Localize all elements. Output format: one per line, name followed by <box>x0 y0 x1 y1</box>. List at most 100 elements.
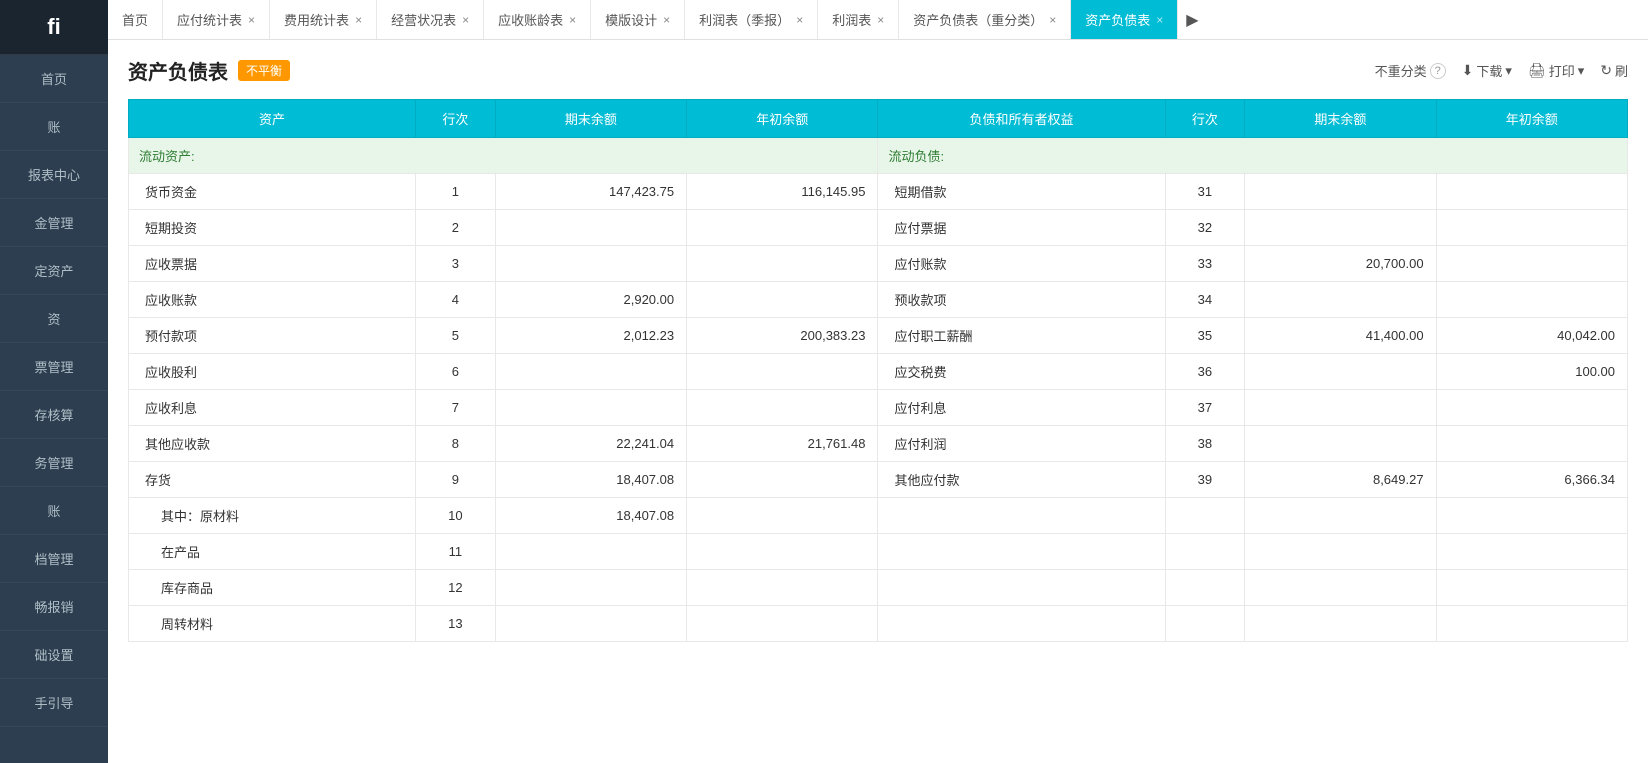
print-btn[interactable]: 🖨 打印 ▾ <box>1528 61 1584 80</box>
page-actions: 不重分类 ? ⬇ 下载 ▾ 🖨 打印 ▾ ↻ 刷 <box>1375 61 1628 80</box>
refresh-btn[interactable]: ↻ 刷 <box>1600 61 1628 80</box>
no-reclassify-label: 不重分类 <box>1375 61 1427 80</box>
print-icon: 🖨 <box>1528 62 1546 79</box>
sidebar-item-guide[interactable]: 手引导 <box>0 679 108 727</box>
right-item: 短期借款 <box>878 174 1165 210</box>
left-begin-balance <box>687 606 878 642</box>
tab-bar: 首页 应付统计表 × 费用统计表 × 经营状况表 × 应收账龄表 × 模版设计 … <box>108 0 1648 40</box>
right-item: 预收款项 <box>878 282 1165 318</box>
left-end-balance <box>495 606 686 642</box>
right-end-balance <box>1245 282 1436 318</box>
sidebar-item-capital[interactable]: 资 <box>0 295 108 343</box>
refresh-icon: ↻ <box>1600 62 1612 79</box>
tab-expense-stats-close[interactable]: × <box>355 13 362 27</box>
right-row-num: 38 <box>1165 426 1245 462</box>
table-row: 存货 9 18,407.08 其他应付款 39 8,649.27 6,366.3… <box>129 462 1628 498</box>
col-header-asset: 资产 <box>129 100 416 138</box>
no-reclassify-btn[interactable]: 不重分类 ? <box>1375 61 1446 80</box>
left-end-balance: 2,012.23 <box>495 318 686 354</box>
tab-payable-stats-close[interactable]: × <box>248 13 255 27</box>
tab-profit-close[interactable]: × <box>877 13 884 27</box>
left-begin-balance <box>687 246 878 282</box>
table-row: 其中：原材料 10 18,407.08 <box>129 498 1628 534</box>
page-title-bar: 资产负债表 不平衡 不重分类 ? ⬇ 下载 ▾ 🖨 打印 ▾ <box>128 56 1628 85</box>
tab-operation-close[interactable]: × <box>462 13 469 27</box>
sidebar-item-tax[interactable]: 务管理 <box>0 439 108 487</box>
table-row: 预付款项 5 2,012.23 200,383.23 应付职工薪酬 35 41,… <box>129 318 1628 354</box>
tab-operation[interactable]: 经营状况表 × <box>377 0 484 39</box>
sidebar-item-home[interactable]: 首页 <box>0 55 108 103</box>
sidebar-logo: fi <box>0 0 108 55</box>
sidebar-item-archive[interactable]: 档管理 <box>0 535 108 583</box>
print-label: 打印 <box>1549 61 1575 80</box>
right-end-balance <box>1245 390 1436 426</box>
right-begin-balance: 100.00 <box>1436 354 1627 390</box>
tab-profit-quarterly-close[interactable]: × <box>796 13 803 27</box>
table-row: 库存商品 12 <box>129 570 1628 606</box>
right-item <box>878 498 1165 534</box>
tab-profit-quarterly[interactable]: 利润表（季报） × <box>685 0 818 39</box>
right-end-balance <box>1245 570 1436 606</box>
left-begin-balance <box>687 534 878 570</box>
tab-nav-next[interactable]: ▶ <box>1178 0 1206 39</box>
tab-home[interactable]: 首页 <box>108 0 163 39</box>
left-item: 周转材料 <box>129 606 416 642</box>
left-end-balance: 18,407.08 <box>495 462 686 498</box>
tab-template-close[interactable]: × <box>663 13 670 27</box>
left-item: 货币资金 <box>129 174 416 210</box>
left-row-num: 5 <box>416 318 496 354</box>
right-row-num <box>1165 498 1245 534</box>
section-right-label: 流动负债: <box>878 138 1628 174</box>
col-header-end-balance-left: 期末余额 <box>495 100 686 138</box>
right-item: 应付利润 <box>878 426 1165 462</box>
tab-balance-reclassified-close[interactable]: × <box>1049 13 1056 27</box>
sidebar-item-inventory[interactable]: 存核算 <box>0 391 108 439</box>
tab-receivable-aging[interactable]: 应收账龄表 × <box>484 0 591 39</box>
download-btn[interactable]: ⬇ 下载 ▾ <box>1462 61 1512 80</box>
sidebar-item-invoice[interactable]: 票管理 <box>0 343 108 391</box>
left-row-num: 13 <box>416 606 496 642</box>
right-begin-balance <box>1436 282 1627 318</box>
right-begin-balance <box>1436 534 1627 570</box>
sidebar-item-account[interactable]: 账 <box>0 103 108 151</box>
tab-balance[interactable]: 资产负债表 × <box>1071 0 1178 39</box>
tab-operation-label: 经营状况表 <box>391 10 456 29</box>
help-icon[interactable]: ? <box>1430 63 1446 79</box>
tab-payable-stats[interactable]: 应付统计表 × <box>163 0 270 39</box>
left-begin-balance <box>687 210 878 246</box>
sidebar-item-ledger[interactable]: 账 <box>0 487 108 535</box>
right-item: 应付职工薪酬 <box>878 318 1165 354</box>
left-row-num: 12 <box>416 570 496 606</box>
tab-receivable-aging-close[interactable]: × <box>569 13 576 27</box>
left-end-balance: 2,920.00 <box>495 282 686 318</box>
right-end-balance <box>1245 174 1436 210</box>
tab-balance-reclassified[interactable]: 资产负债表（重分类） × <box>899 0 1071 39</box>
left-end-balance: 22,241.04 <box>495 426 686 462</box>
sidebar-item-fixed-assets[interactable]: 定资产 <box>0 247 108 295</box>
right-begin-balance <box>1436 570 1627 606</box>
left-row-num: 1 <box>416 174 496 210</box>
content-area: 资产负债表 不平衡 不重分类 ? ⬇ 下载 ▾ 🖨 打印 ▾ <box>108 40 1648 763</box>
tab-template[interactable]: 模版设计 × <box>591 0 685 39</box>
sidebar-item-expense[interactable]: 畅报销 <box>0 583 108 631</box>
download-icon: ⬇ <box>1462 62 1474 79</box>
left-end-balance: 18,407.08 <box>495 498 686 534</box>
table-row: 在产品 11 <box>129 534 1628 570</box>
right-row-num: 37 <box>1165 390 1245 426</box>
tab-profit-label: 利润表 <box>832 10 871 29</box>
balance-sheet-table: 资产 行次 期末余额 年初余额 负债和所有者权益 行次 期末余额 年初余额 流动… <box>128 99 1628 642</box>
left-item: 应收股利 <box>129 354 416 390</box>
tab-balance-label: 资产负债表 <box>1085 10 1150 29</box>
sidebar-item-settings[interactable]: 础设置 <box>0 631 108 679</box>
left-begin-balance <box>687 462 878 498</box>
tab-expense-stats[interactable]: 费用统计表 × <box>270 0 377 39</box>
tab-balance-close[interactable]: × <box>1156 13 1163 27</box>
tab-profit[interactable]: 利润表 × <box>818 0 899 39</box>
sidebar-item-finance[interactable]: 金管理 <box>0 199 108 247</box>
right-begin-balance <box>1436 174 1627 210</box>
main-area: 首页 应付统计表 × 费用统计表 × 经营状况表 × 应收账龄表 × 模版设计 … <box>108 0 1648 763</box>
sidebar-item-report-center[interactable]: 报表中心 <box>0 151 108 199</box>
right-end-balance <box>1245 606 1436 642</box>
right-item: 应付利息 <box>878 390 1165 426</box>
left-begin-balance: 21,761.48 <box>687 426 878 462</box>
